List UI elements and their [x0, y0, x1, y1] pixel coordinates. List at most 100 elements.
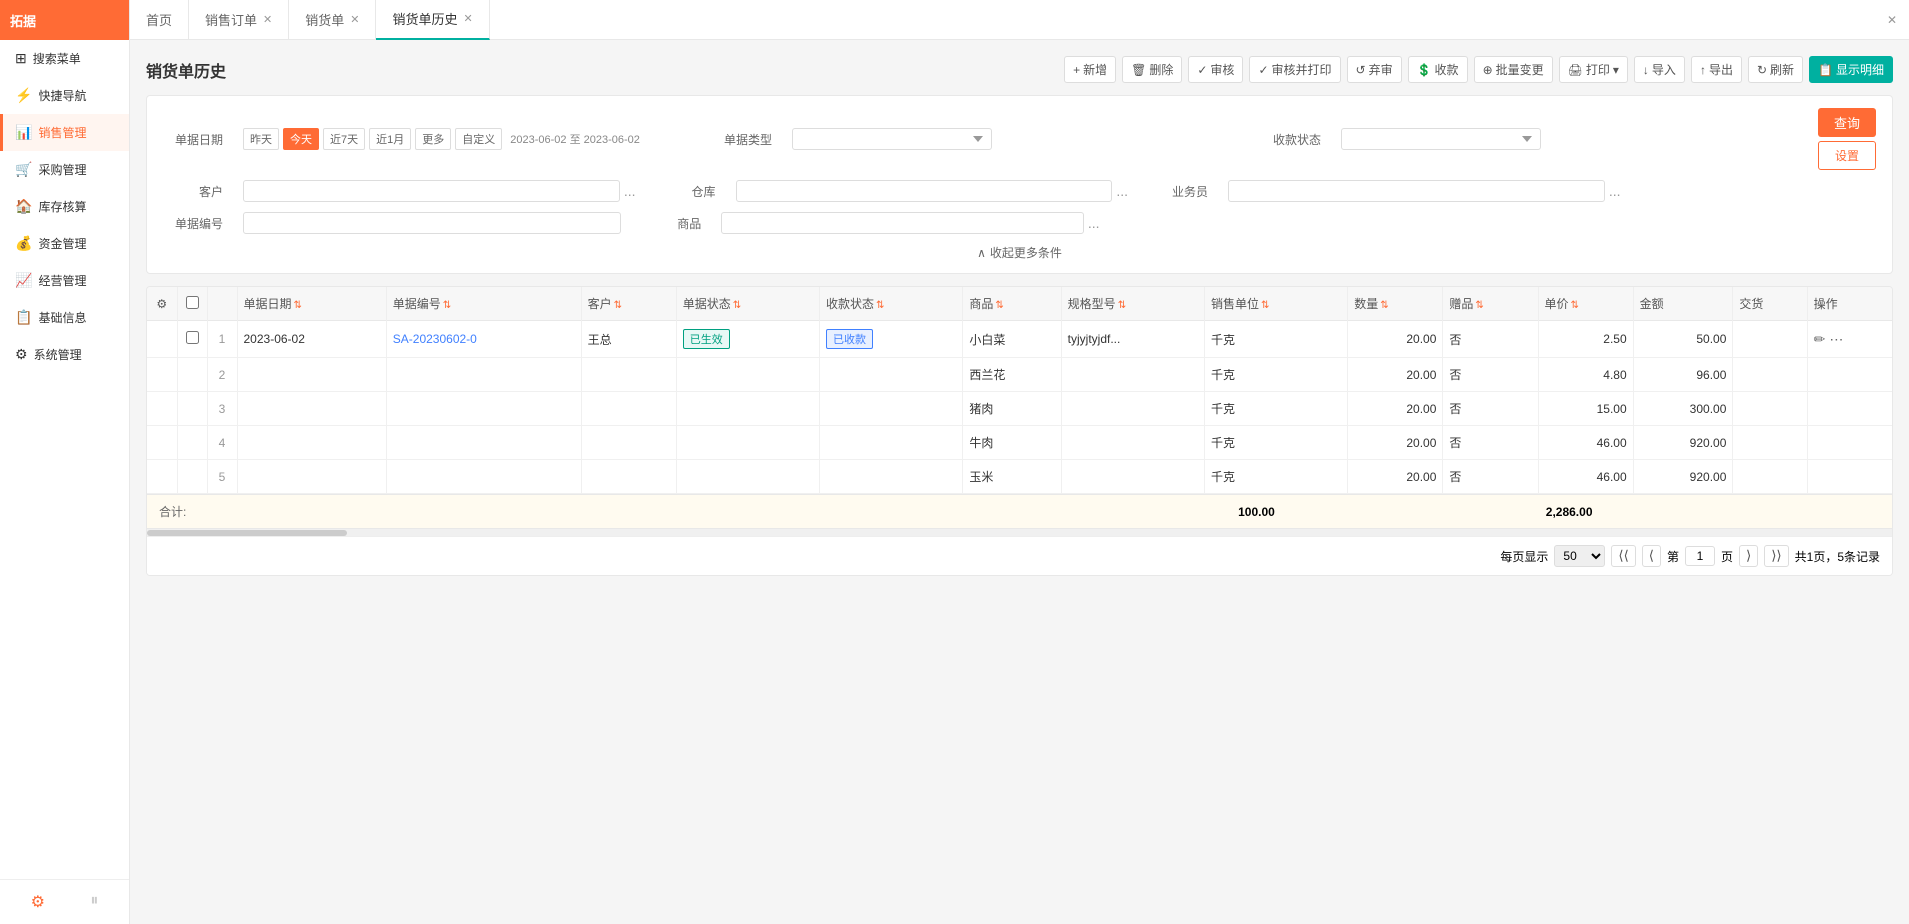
discard-button[interactable]: ↺ 弃审	[1347, 56, 1402, 83]
row-checkbox[interactable]	[177, 460, 207, 494]
col-goods[interactable]: 商品⇅	[963, 287, 1061, 321]
sidebar-settings-icon[interactable]: ⚙	[31, 892, 45, 912]
sidebar-item-inventory[interactable]: 🏠 库存核算	[0, 188, 129, 225]
row-amount: 920.00	[1633, 426, 1733, 460]
tab-sales-history-close[interactable]: ✕	[464, 12, 473, 25]
row-doc-date	[237, 426, 386, 460]
row-checkbox[interactable]	[177, 321, 207, 358]
tab-sales-order-close[interactable]: ✕	[263, 13, 272, 26]
add-button[interactable]: + 新增	[1064, 56, 1116, 83]
col-unit-price[interactable]: 单价⇅	[1538, 287, 1633, 321]
date-btn-last7days[interactable]: 近7天	[323, 128, 365, 150]
row-doc-status: 已生效	[676, 321, 819, 358]
import-button[interactable]: ↓ 导入	[1634, 56, 1685, 83]
delete-button[interactable]: 🗑 删除	[1122, 56, 1182, 83]
doc-type-select[interactable]	[792, 128, 992, 150]
row-amount: 50.00	[1633, 321, 1733, 358]
sidebar-item-search-menu[interactable]: ⊞ 搜索菜单	[0, 40, 129, 77]
edit-action-icon[interactable]: ✏	[1814, 331, 1826, 348]
sidebar-item-basic-info[interactable]: 📋 基础信息	[0, 299, 129, 336]
date-btn-more[interactable]: 更多	[415, 128, 451, 150]
row-check[interactable]	[186, 331, 199, 344]
payment-status-select[interactable]	[1341, 128, 1541, 150]
payment-status-group	[1341, 128, 1790, 150]
page-last-button[interactable]: ⟩⟩	[1764, 545, 1788, 567]
sidebar-item-sales-mgmt[interactable]: 📊 销售管理	[0, 114, 129, 151]
row-unit: 千克	[1204, 358, 1347, 392]
doc-number-link[interactable]: SA-20230602-0	[393, 332, 477, 346]
sidebar-collapse-icon[interactable]: ⏸	[90, 892, 98, 912]
date-btn-last1month[interactable]: 近1月	[369, 128, 411, 150]
query-button[interactable]: 查询	[1818, 108, 1876, 137]
col-payment-status[interactable]: 收款状态⇅	[820, 287, 963, 321]
row-checkbox[interactable]	[177, 426, 207, 460]
page-prev-button[interactable]: ⟨	[1642, 545, 1661, 567]
row-checkbox[interactable]	[177, 392, 207, 426]
col-doc-status[interactable]: 单据状态⇅	[676, 287, 819, 321]
doc-number-group	[243, 212, 621, 234]
salesperson-ellipsis[interactable]: ...	[1609, 183, 1621, 199]
customer-ellipsis[interactable]: ...	[624, 183, 636, 199]
table-footer: 合计: 100.00 2,286.00	[147, 494, 1892, 528]
table-row: 2 西兰花 千克 20.00 否 4.80 96.00	[147, 358, 1892, 392]
tab-sales-history[interactable]: 销货单历史 ✕	[376, 0, 489, 40]
scroll-bar-area[interactable]	[147, 528, 1892, 536]
audit-button[interactable]: ✓ 审核	[1188, 56, 1243, 83]
col-customer[interactable]: 客户⇅	[581, 287, 676, 321]
row-checkbox[interactable]	[177, 358, 207, 392]
sidebar-item-operations[interactable]: 📈 经营管理	[0, 262, 129, 299]
collect-button[interactable]: 💲 收款	[1408, 56, 1468, 83]
col-unit[interactable]: 销售单位⇅	[1204, 287, 1347, 321]
page-next-button[interactable]: ⟩	[1739, 545, 1758, 567]
date-btn-custom[interactable]: 自定义	[455, 128, 502, 150]
sidebar-item-purchase-mgmt[interactable]: 🛒 采购管理	[0, 151, 129, 188]
row-settings	[147, 392, 177, 426]
warehouse-input[interactable]	[736, 180, 1113, 202]
doc-number-input[interactable]	[243, 212, 621, 234]
row-doc-number: SA-20230602-0	[386, 321, 581, 358]
tab-sales-goods[interactable]: 销货单 ✕	[289, 0, 376, 40]
tab-home[interactable]: 首页	[130, 0, 189, 40]
col-doc-number[interactable]: 单据编号⇅	[386, 287, 581, 321]
customer-input[interactable]	[243, 180, 620, 202]
select-all-checkbox[interactable]	[186, 296, 199, 309]
salesperson-input[interactable]	[1228, 180, 1605, 202]
goods-input[interactable]	[721, 212, 1084, 234]
tab-sales-order[interactable]: 销售订单 ✕	[189, 0, 289, 40]
col-amount: 金额	[1633, 287, 1733, 321]
date-btn-today[interactable]: 今天	[283, 128, 319, 150]
more-action-icon[interactable]: ⋯	[1829, 331, 1843, 348]
show-detail-button[interactable]: 📋 显示明细	[1809, 56, 1893, 83]
toolbar: + 新增 🗑 删除 ✓ 审核 ✓ 审核并打印 ↺ 弃审	[1064, 56, 1893, 83]
audit-print-button[interactable]: ✓ 审核并打印	[1249, 56, 1340, 83]
date-btn-yesterday[interactable]: 昨天	[243, 128, 279, 150]
batch-change-button[interactable]: ⊕ 批量变更	[1474, 56, 1553, 83]
row-seq: 1	[207, 321, 237, 358]
col-spec[interactable]: 规格型号⇅	[1061, 287, 1204, 321]
sidebar-item-finance[interactable]: 💰 资金管理	[0, 225, 129, 262]
warehouse-ellipsis[interactable]: ...	[1116, 183, 1128, 199]
tab-sales-order-label: 销售订单	[205, 10, 257, 29]
scroll-bar-thumb[interactable]	[147, 530, 347, 536]
sidebar-item-quick-nav[interactable]: ⚡ 快捷导航	[0, 77, 129, 114]
set-button[interactable]: 设置	[1818, 141, 1876, 170]
goods-ellipsis[interactable]: ...	[1088, 215, 1100, 231]
col-doc-date[interactable]: 单据日期⇅	[237, 287, 386, 321]
sidebar-item-system[interactable]: ⚙ 系统管理	[0, 336, 129, 373]
collapse-button[interactable]: ∧ 收起更多条件	[163, 244, 1876, 261]
tab-close-all[interactable]: ✕	[1875, 13, 1909, 27]
export-button[interactable]: ↑ 导出	[1691, 56, 1742, 83]
payment-status-badge: 已收款	[826, 329, 873, 349]
refresh-button[interactable]: ↻ 刷新	[1748, 56, 1803, 83]
col-quantity[interactable]: 数量⇅	[1348, 287, 1443, 321]
col-settings[interactable]: ⚙	[147, 287, 177, 321]
row-unit-price: 46.00	[1538, 460, 1633, 494]
goods-group: ...	[721, 212, 1099, 234]
page-label: 第	[1667, 548, 1679, 565]
page-number-input[interactable]	[1685, 546, 1715, 566]
print-button[interactable]: 🖨 打印 ▾	[1559, 56, 1628, 83]
per-page-select[interactable]: 50 20 100	[1554, 545, 1605, 567]
col-gift[interactable]: 赠品⇅	[1443, 287, 1538, 321]
tab-sales-goods-close[interactable]: ✕	[350, 13, 359, 26]
page-first-button[interactable]: ⟨⟨	[1611, 545, 1635, 567]
